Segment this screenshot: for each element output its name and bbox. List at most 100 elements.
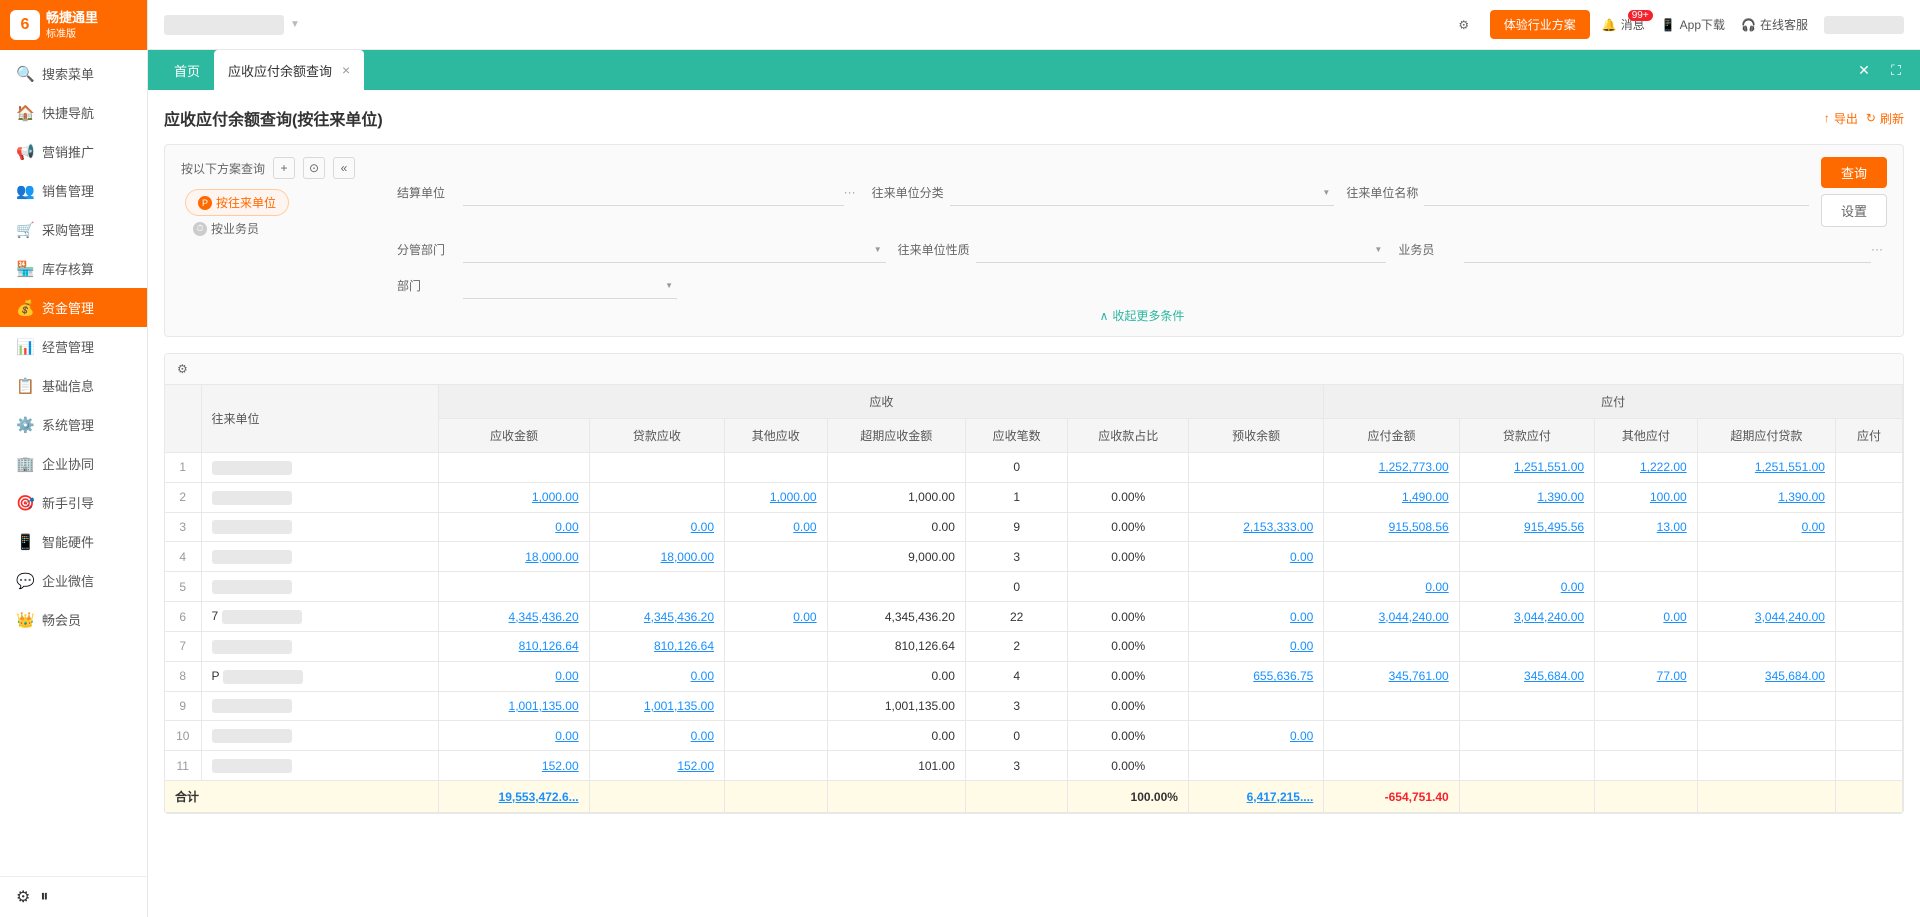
table-cell[interactable]: 0.00 [725, 512, 828, 542]
table-cell[interactable]: 0.00 [1697, 512, 1835, 542]
sidebar-item-wechat[interactable]: 💬 企业微信 [0, 561, 147, 600]
filter-config-btn[interactable]: ⊙ [303, 157, 325, 179]
table-cell[interactable]: 0.00 [439, 512, 589, 542]
dept-select[interactable] [463, 271, 677, 299]
table-cell[interactable]: 4,345,436.20 [439, 602, 589, 632]
partner-name-input[interactable] [1424, 178, 1809, 206]
query-btn[interactable]: 查询 [1821, 157, 1887, 188]
table-cell[interactable]: 1,251,551.00 [1697, 453, 1835, 483]
industry-solution-btn[interactable]: 体验行业方案 [1490, 10, 1590, 39]
sidebar-item-enterprise[interactable]: 🏢 企业协同 [0, 444, 147, 483]
table-cell[interactable]: 1,001,135.00 [439, 691, 589, 721]
table-cell[interactable]: 152.00 [589, 751, 724, 781]
table-cell[interactable]: 1,000.00 [725, 482, 828, 512]
summary-rec-total[interactable]: 19,553,472.6... [439, 781, 589, 813]
table-cell[interactable]: 4,345,436.20 [589, 602, 724, 632]
table-cell[interactable]: 13.00 [1595, 512, 1698, 542]
table-cell[interactable]: 1,222.00 [1595, 453, 1698, 483]
filter-collapse-btn[interactable]: ∧ 收起更多条件 [397, 299, 1887, 324]
table-cell[interactable]: 18,000.00 [589, 542, 724, 572]
app-download-btn[interactable]: 📱 App下载 [1661, 16, 1725, 33]
sidebar-item-system[interactable]: ⚙️ 系统管理 [0, 405, 147, 444]
table-cell[interactable]: 1,001,135.00 [589, 691, 724, 721]
sidebar-item-member[interactable]: 👑 畅会员 [0, 600, 147, 639]
sidebar-item-guide[interactable]: 🎯 新手引导 [0, 483, 147, 522]
table-cell[interactable]: 915,495.56 [1459, 512, 1594, 542]
table-cell[interactable]: 100.00 [1595, 482, 1698, 512]
table-cell[interactable]: 152.00 [439, 751, 589, 781]
filter-collapse-btn[interactable]: « [333, 157, 355, 179]
table-cell[interactable]: 3,044,240.00 [1697, 602, 1835, 632]
table-cell[interactable]: 3,044,240.00 [1459, 602, 1594, 632]
table-cell[interactable]: 0.00 [589, 512, 724, 542]
dept-head-select[interactable] [463, 235, 886, 263]
table-cell[interactable]: 0.00 [589, 661, 724, 691]
partner-category-select[interactable] [950, 178, 1335, 206]
table-cell[interactable]: 0.00 [439, 661, 589, 691]
table-cell[interactable]: 345,761.00 [1324, 661, 1459, 691]
tab-close-window-btn[interactable]: ✕ [1852, 58, 1876, 82]
user-info[interactable] [1824, 16, 1904, 34]
sidebar-item-hardware[interactable]: 📱 智能硬件 [0, 522, 147, 561]
sidebar-item-quicknav[interactable]: 🏠 快捷导航 [0, 93, 147, 132]
table-cell[interactable]: 0.00 [1188, 602, 1323, 632]
table-cell[interactable]: 77.00 [1595, 661, 1698, 691]
refresh-btn[interactable]: ↻ 刷新 [1866, 110, 1904, 127]
filter-tab-partner[interactable]: P 按往来单位 [185, 189, 289, 216]
table-cell[interactable]: 1,490.00 [1324, 482, 1459, 512]
table-scroll-container[interactable]: 往来单位 应收 应付 应收金额 贷款应收 其他应收 超期应收金额 应收笔数 应收… [165, 385, 1903, 813]
table-cell[interactable]: 0.00 [1188, 542, 1323, 572]
footer-collapse-icon[interactable]: ⏸ [40, 888, 48, 906]
footer-settings-icon[interactable]: ⚙ [16, 887, 30, 907]
sidebar-item-marketing[interactable]: 📢 营销推广 [0, 132, 147, 171]
table-cell[interactable]: 1,390.00 [1697, 482, 1835, 512]
salesperson-dots-btn[interactable]: ··· [1871, 242, 1883, 256]
table-cell[interactable]: 0.00 [1188, 721, 1323, 751]
salesperson-input[interactable] [1464, 235, 1871, 263]
table-cell[interactable]: 18,000.00 [439, 542, 589, 572]
sidebar-item-finance[interactable]: 💰 资金管理 [0, 288, 147, 327]
th-pay-overdue: 超期应付贷款 [1697, 419, 1835, 453]
table-cell[interactable]: 0.00 [1188, 631, 1323, 661]
table-cell[interactable]: 0.00 [1324, 572, 1459, 602]
customer-service-btn[interactable]: 🎧 在线客服 [1741, 16, 1808, 33]
table-cell[interactable]: 915,508.56 [1324, 512, 1459, 542]
table-cell[interactable]: 1,252,773.00 [1324, 453, 1459, 483]
sidebar-item-basic[interactable]: 📋 基础信息 [0, 366, 147, 405]
table-cell[interactable]: 0.00 [439, 721, 589, 751]
sidebar-item-operations[interactable]: 📊 经营管理 [0, 327, 147, 366]
table-cell[interactable]: 655,636.75 [1188, 661, 1323, 691]
export-btn[interactable]: ↑ 导出 [1824, 110, 1858, 127]
sidebar-item-sales[interactable]: 👥 销售管理 [0, 171, 147, 210]
table-cell[interactable]: 1,000.00 [439, 482, 589, 512]
filter-tab-salesperson[interactable]: ⏱ 按业务员 [181, 216, 381, 241]
table-cell[interactable]: 345,684.00 [1459, 661, 1594, 691]
table-cell[interactable]: 2,153,333.00 [1188, 512, 1323, 542]
sidebar-item-search[interactable]: 🔍 搜索菜单 [0, 54, 147, 93]
settlement-unit-input[interactable] [463, 178, 844, 206]
table-cell[interactable]: 1,390.00 [1459, 482, 1594, 512]
table-cell[interactable]: 0.00 [589, 721, 724, 751]
settlement-dots-btn[interactable]: ··· [844, 185, 856, 199]
table-cell[interactable]: 1,251,551.00 [1459, 453, 1594, 483]
partner-nature-select[interactable] [976, 235, 1387, 263]
table-settings-icon[interactable]: ⚙ [177, 362, 188, 376]
tab-close-icon[interactable]: × [342, 62, 350, 78]
messages-btn[interactable]: 🔔 消息 99+ [1602, 16, 1645, 33]
table-cell[interactable]: 810,126.64 [589, 631, 724, 661]
table-cell[interactable]: 0.00 [725, 602, 828, 632]
sidebar-item-inventory[interactable]: 🏪 库存核算 [0, 249, 147, 288]
filter-add-btn[interactable]: + [273, 157, 295, 179]
table-cell[interactable]: 0.00 [1459, 572, 1594, 602]
table-cell[interactable]: 0.00 [1595, 602, 1698, 632]
table-cell[interactable]: 3,044,240.00 [1324, 602, 1459, 632]
sidebar-item-purchase[interactable]: 🛒 采购管理 [0, 210, 147, 249]
topbar-settings-btn[interactable]: ⚙ [1450, 11, 1478, 39]
tab-maximize-btn[interactable]: ⛶ [1884, 58, 1908, 82]
table-cell[interactable]: 345,684.00 [1697, 661, 1835, 691]
tab-query[interactable]: 应收应付余额查询 × [214, 50, 364, 90]
settings-btn[interactable]: 设置 [1821, 194, 1887, 227]
tab-home[interactable]: 首页 [160, 50, 214, 90]
summary-rec-prepay[interactable]: 6,417,215.... [1188, 781, 1323, 813]
table-cell[interactable]: 810,126.64 [439, 631, 589, 661]
